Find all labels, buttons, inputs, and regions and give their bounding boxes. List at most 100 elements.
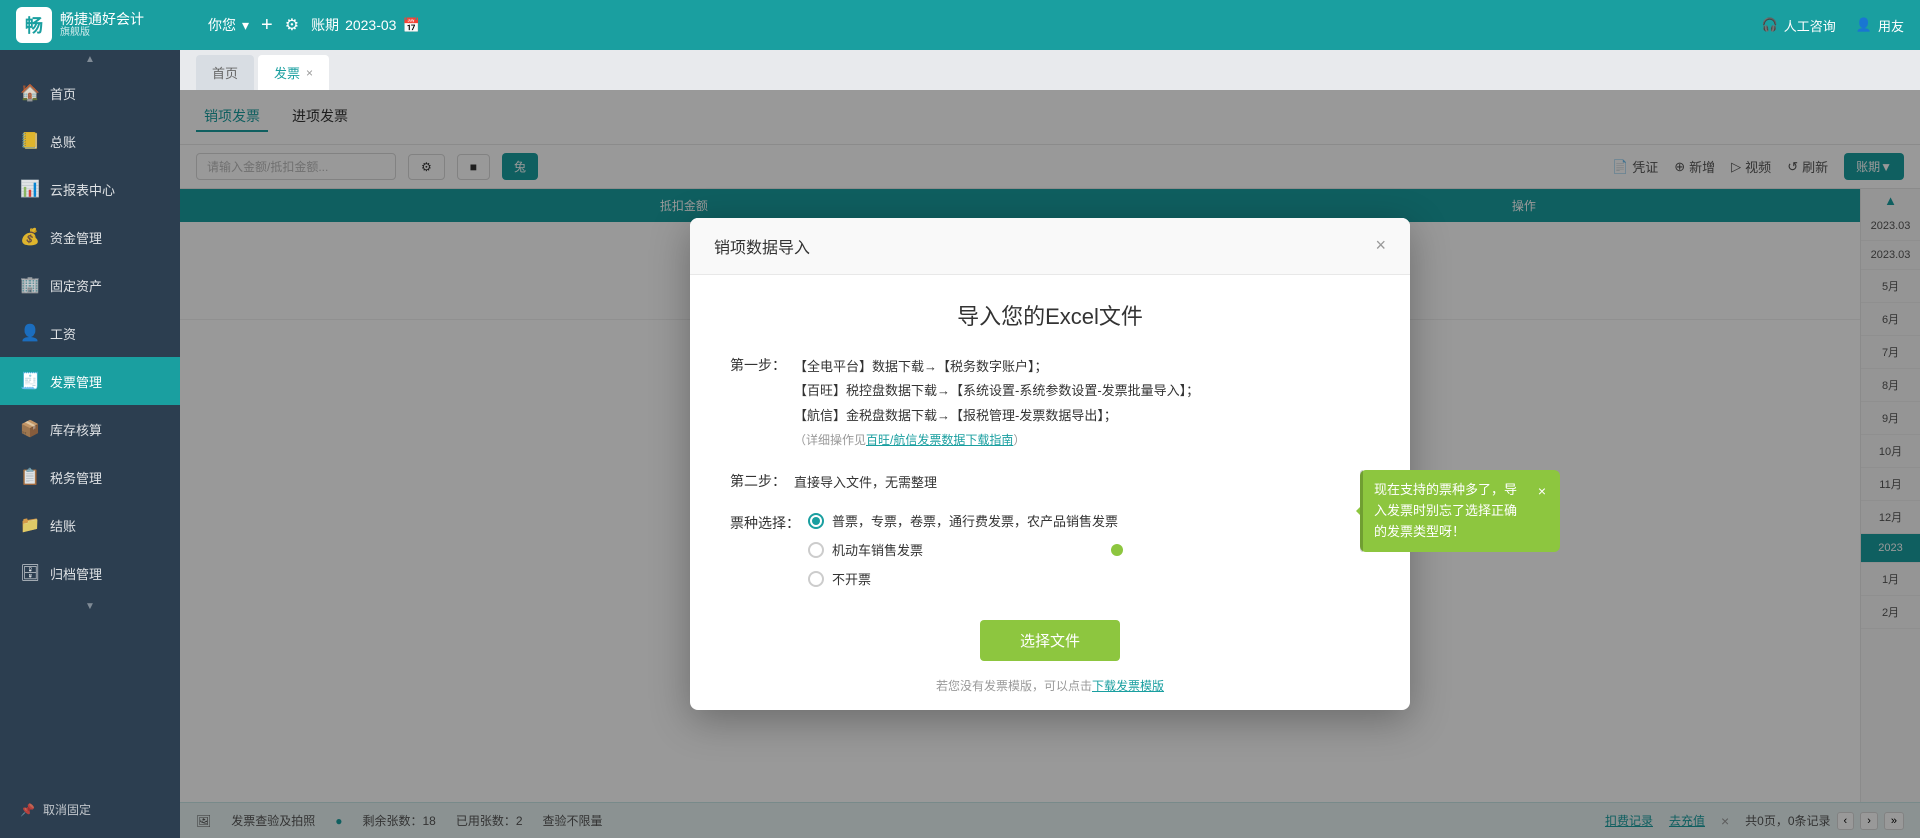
step2-value: 直接导入文件，无需整理 bbox=[794, 472, 937, 491]
archive-icon: 🗄 bbox=[20, 563, 40, 583]
modal-close-btn[interactable]: × bbox=[1375, 235, 1386, 256]
sidebar-item-salary[interactable]: 👤 工资 bbox=[0, 309, 180, 357]
sidebar: ▲ 🏠 首页 📒 总账 📊 云报表中心 💰 资金管理 🏢 固定资产 👤 工资 🧾… bbox=[0, 50, 180, 838]
tab-invoice-close[interactable]: × bbox=[306, 66, 313, 80]
step1-item2: 【百旺】税控盘数据下载→【系统设置-系统参数设置-发票批量导入】； bbox=[794, 379, 1199, 404]
cancel-pin-label: 取消固定 bbox=[43, 801, 91, 818]
tooltip-text: 现在支持的票种多了，导入发票时别忘了选择正确的发票类型呀！ bbox=[1374, 482, 1517, 539]
sidebar-bottom: 📌 取消固定 bbox=[0, 781, 180, 838]
sidebar-item-label: 云报表中心 bbox=[50, 180, 115, 199]
download-hint: 若您没有发票模版，可以点击下载发票模版 bbox=[730, 677, 1370, 694]
sidebar-item-label: 资金管理 bbox=[50, 228, 102, 247]
sidebar-item-home[interactable]: 🏠 首页 bbox=[0, 69, 180, 117]
user-icon: 👤 bbox=[1856, 17, 1872, 33]
tooltip-trigger[interactable] bbox=[1111, 544, 1123, 556]
period-value: 2023-03 bbox=[345, 17, 396, 33]
tab-home[interactable]: 首页 bbox=[196, 55, 254, 90]
radio-options: 普票，专票，卷票，通行费发票，农产品销售发票 机动车销售发票 bbox=[808, 511, 1123, 588]
step1-hint: （详细操作见百旺/航信发票数据下载指南） bbox=[794, 429, 1199, 452]
sidebar-item-label: 总账 bbox=[50, 132, 76, 151]
radio-dot-1 bbox=[812, 517, 820, 525]
inventory-icon: 📦 bbox=[20, 419, 40, 439]
report-icon: 📊 bbox=[20, 179, 40, 199]
tab-home-label: 首页 bbox=[212, 63, 238, 82]
step2-key: 第二步： bbox=[730, 471, 786, 491]
add-button[interactable]: + bbox=[261, 14, 273, 37]
step2-section: 第二步： 直接导入文件，无需整理 bbox=[730, 471, 1370, 491]
radio-circle-2 bbox=[808, 542, 824, 558]
calendar-icon[interactable]: 📅 bbox=[402, 17, 419, 34]
sidebar-item-label: 结账 bbox=[50, 516, 76, 535]
ticket-type-group: 票种选择： 普票，专票，卷票，通行费发票，农产品销售发票 bbox=[730, 511, 1370, 588]
step1-section: 第一步： 【全电平台】数据下载→【税务数字账户】； 【百旺】税控盘数据下载→【系… bbox=[730, 355, 1370, 452]
sidebar-item-tax[interactable]: 📋 税务管理 bbox=[0, 453, 180, 501]
logo-icon: 畅 bbox=[16, 7, 52, 43]
import-modal: 销项数据导入 × 导入您的Excel文件 第一步： 【全电平台】数据下载→【税务… bbox=[690, 218, 1410, 711]
user-selector[interactable]: 你您 ▾ bbox=[208, 15, 249, 35]
logo-text-area: 畅捷通好会计 旗舰版 bbox=[60, 11, 144, 40]
ai-consult-label: 人工咨询 bbox=[1784, 16, 1836, 35]
radio-option-2-wrapper: 机动车销售发票 bbox=[808, 540, 1123, 559]
sidebar-item-label: 发票管理 bbox=[50, 372, 102, 391]
cancel-pin-btn[interactable]: 📌 取消固定 bbox=[0, 791, 180, 828]
app-name: 畅捷通好会计 bbox=[60, 11, 144, 28]
sidebar-item-label: 库存核算 bbox=[50, 420, 102, 439]
sidebar-item-assets[interactable]: 🏢 固定资产 bbox=[0, 261, 180, 309]
tab-invoice[interactable]: 发票 × bbox=[258, 55, 329, 90]
step1-content: 【全电平台】数据下载→【税务数字账户】； 【百旺】税控盘数据下载→【系统设置-系… bbox=[794, 355, 1199, 452]
invoice-icon: 🧾 bbox=[20, 371, 40, 391]
sidebar-item-ledger[interactable]: 📒 总账 bbox=[0, 117, 180, 165]
radio-option-1[interactable]: 普票，专票，卷票，通行费发票，农产品销售发票 bbox=[808, 511, 1123, 530]
modal-header: 销项数据导入 × bbox=[690, 218, 1410, 275]
sidebar-item-label: 首页 bbox=[50, 84, 76, 103]
modal-footer: 选择文件 若您没有发票模版，可以点击下载发票模版 bbox=[690, 620, 1410, 710]
radio-label-3: 不开票 bbox=[832, 569, 871, 588]
sidebar-scroll-up[interactable]: ▲ bbox=[0, 50, 180, 69]
hint-link[interactable]: 百旺/航信发票数据下载指南 bbox=[866, 433, 1013, 447]
radio-circle-3 bbox=[808, 571, 824, 587]
period-display: 账期 2023-03 📅 bbox=[311, 15, 420, 35]
sidebar-item-close[interactable]: 📁 结账 bbox=[0, 501, 180, 549]
radio-option-3[interactable]: 不开票 bbox=[808, 569, 1123, 588]
sidebar-item-label: 固定资产 bbox=[50, 276, 102, 295]
modal-overlay: 销项数据导入 × 导入您的Excel文件 第一步： 【全电平台】数据下载→【税务… bbox=[180, 90, 1920, 838]
tooltip-close-btn[interactable]: × bbox=[1538, 480, 1546, 502]
user-btn[interactable]: 👤 用友 bbox=[1856, 16, 1904, 35]
select-file-btn[interactable]: 选择文件 bbox=[980, 620, 1120, 661]
sidebar-item-archive[interactable]: 🗄 归档管理 bbox=[0, 549, 180, 597]
ticket-select-label: 票种选择： bbox=[730, 511, 800, 533]
user-label: 用友 bbox=[1878, 16, 1904, 35]
modal-title: 销项数据导入 bbox=[714, 234, 810, 258]
tooltip-bar bbox=[1360, 470, 1363, 552]
sidebar-item-finance[interactable]: 💰 资金管理 bbox=[0, 213, 180, 261]
headset-icon: 🎧 bbox=[1762, 17, 1778, 33]
main-layout: ▲ 🏠 首页 📒 总账 📊 云报表中心 💰 资金管理 🏢 固定资产 👤 工资 🧾… bbox=[0, 50, 1920, 838]
header-right: 🎧 人工咨询 👤 用友 bbox=[1762, 16, 1904, 35]
logo-area: 畅 畅捷通好会计 旗舰版 bbox=[16, 7, 196, 43]
step1-item3: 【航信】金税盘数据下载→【报税管理-发票数据导出】； bbox=[794, 404, 1199, 429]
sidebar-item-label: 税务管理 bbox=[50, 468, 102, 487]
download-template-link[interactable]: 下载发票模版 bbox=[1092, 679, 1164, 693]
radio-label-2: 机动车销售发票 bbox=[832, 540, 923, 559]
tooltip-bubble: × 现在支持的票种多了，导入发票时别忘了选择正确的发票类型呀！ bbox=[1360, 470, 1560, 552]
sidebar-item-inventory[interactable]: 📦 库存核算 bbox=[0, 405, 180, 453]
chevron-down-icon: ▾ bbox=[242, 17, 249, 34]
radio-circle-1 bbox=[808, 513, 824, 529]
pin-icon: 📌 bbox=[20, 803, 35, 817]
inner-content: 销项发票 进项发票 请输入金额/抵扣金额... ⚙ ■ 兔 📄 凭证 bbox=[180, 90, 1920, 838]
tax-icon: 📋 bbox=[20, 467, 40, 487]
ledger-icon: 📒 bbox=[20, 131, 40, 151]
top-header: 畅 畅捷通好会计 旗舰版 你您 ▾ + ⚙ 账期 2023-03 📅 🎧 人工咨… bbox=[0, 0, 1920, 50]
ai-consult-btn[interactable]: 🎧 人工咨询 bbox=[1762, 16, 1836, 35]
home-icon: 🏠 bbox=[20, 83, 40, 103]
sidebar-item-invoice[interactable]: 🧾 发票管理 bbox=[0, 357, 180, 405]
settings-button[interactable]: ⚙ bbox=[285, 15, 299, 35]
radio-option-2[interactable]: 机动车销售发票 bbox=[808, 540, 923, 559]
sidebar-item-report[interactable]: 📊 云报表中心 bbox=[0, 165, 180, 213]
sidebar-scroll-down[interactable]: ▼ bbox=[0, 597, 180, 616]
user-selector-text: 你您 bbox=[208, 15, 236, 35]
finance-icon: 💰 bbox=[20, 227, 40, 247]
close-period-icon: 📁 bbox=[20, 515, 40, 535]
salary-icon: 👤 bbox=[20, 323, 40, 343]
sidebar-item-label: 工资 bbox=[50, 324, 76, 343]
